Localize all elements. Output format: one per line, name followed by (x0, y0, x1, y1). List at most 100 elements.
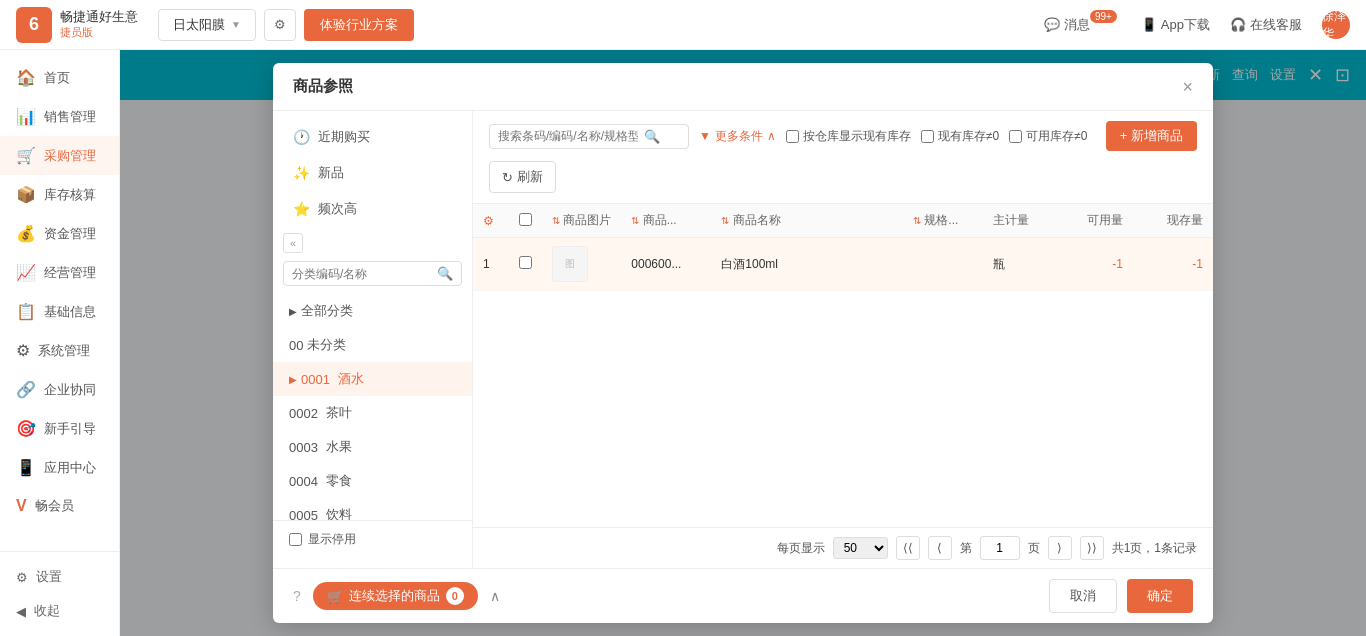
messages-nav-item[interactable]: 💬 消息 99+ (1044, 16, 1121, 34)
avail-nonzero-checkbox[interactable] (1009, 130, 1022, 143)
sidebar-bottom: ⚙ 设置 ◀ 收起 (0, 551, 119, 636)
modal-body: 🕐 近期购买 ✨ 新品 ⭐ 频次高 « (273, 111, 1213, 568)
sort-icon: ⇅ (552, 215, 560, 226)
avail-nonzero-checkbox-label[interactable]: 可用库存≠0 (1009, 128, 1087, 145)
sidebar-item-app-center[interactable]: 📱 应用中心 (0, 448, 119, 487)
avatar: 徐泽华 (1322, 11, 1350, 39)
inventory-icon: 📦 (16, 185, 36, 204)
category-item-0004[interactable]: 0004 零食 (273, 464, 472, 498)
row-checkbox[interactable] (519, 256, 532, 269)
col-spec-header[interactable]: ⇅ 规格... (903, 204, 983, 238)
warehouse-display-checkbox[interactable] (786, 130, 799, 143)
category-item-0003[interactable]: 0003 水果 (273, 430, 472, 464)
prev-page-button[interactable]: ⟨ (928, 536, 952, 560)
sidebar-item-home[interactable]: 🏠 首页 (0, 58, 119, 97)
modal-close-button[interactable]: × (1182, 78, 1193, 96)
warehouse-display-checkbox-label[interactable]: 按仓库显示现有库存 (786, 128, 911, 145)
first-page-button[interactable]: ⟨⟨ (896, 536, 920, 560)
top-nav: 6 畅捷通好生意 捷员版 日太阳膜 ▼ ⚙ 体验行业方案 💬 消息 99+ 📱 … (0, 0, 1366, 50)
settings-icon: ⚙ (16, 570, 28, 585)
tab-new-products[interactable]: ✨ 新品 (283, 157, 462, 189)
sidebar-item-sales[interactable]: 📊 销售管理 (0, 97, 119, 136)
add-product-button[interactable]: + 新增商品 (1106, 121, 1197, 151)
product-table-container: ⚙ ⇅ 商品图片 (473, 204, 1213, 527)
show-disabled-checkbox[interactable] (289, 533, 302, 546)
filter-icon: ▼ (699, 129, 711, 143)
tab-recent-purchase[interactable]: 🕐 近期购买 (283, 121, 462, 153)
nav-dropdown[interactable]: 日太阳膜 ▼ (158, 9, 256, 41)
search-icon: 🔍 (437, 266, 453, 281)
row-code-cell: 000600... (621, 238, 711, 291)
page-input[interactable] (980, 536, 1020, 560)
stock-nonzero-checkbox[interactable] (921, 130, 934, 143)
select-all-checkbox[interactable] (519, 213, 532, 226)
col-avail-header: 可用量 (1053, 204, 1133, 238)
modal-right-panel: 🔍 ▼ 更多条件 ∧ 按仓库显示现有库存 (473, 111, 1213, 568)
product-search-wrap[interactable]: 🔍 (489, 124, 689, 149)
chevron-down-icon: ▼ (231, 19, 241, 30)
trial-button[interactable]: 体验行业方案 (304, 9, 414, 41)
main-layout: 🏠 首页 📊 销售管理 🛒 采购管理 📦 库存核算 💰 资金管理 📈 经营管理 … (0, 50, 1366, 636)
logo-area: 6 畅捷通好生意 捷员版 (16, 7, 138, 43)
modal-footer: ? 🛒 连续选择的商品 0 ∧ 取消 确定 (273, 568, 1213, 623)
appcenter-icon: 📱 (16, 458, 36, 477)
col-gear-header: ⚙ (473, 204, 509, 238)
col-code-header[interactable]: ⇅ 商品... (621, 204, 711, 238)
product-search-input[interactable] (498, 129, 638, 143)
category-item-0005[interactable]: 0005 饮料 (273, 498, 472, 520)
enterprise-icon: 🔗 (16, 380, 36, 399)
page-size-select[interactable]: 50 10 20 100 (833, 537, 888, 559)
table-header-row: ⚙ ⇅ 商品图片 (473, 204, 1213, 238)
sidebar-settings[interactable]: ⚙ 设置 (0, 560, 119, 594)
basicinfo-icon: 📋 (16, 302, 36, 321)
sidebar-item-basic-info[interactable]: 📋 基础信息 (0, 292, 119, 331)
sidebar-item-inventory[interactable]: 📦 库存核算 (0, 175, 119, 214)
collapse-icon: ◀ (16, 604, 26, 619)
pagination-row: 每页显示 50 10 20 100 ⟨⟨ ⟨ 第 页 (473, 527, 1213, 568)
sidebar-item-guide[interactable]: 🎯 新手引导 (0, 409, 119, 448)
refresh-button[interactable]: ↻ 刷新 (489, 161, 556, 193)
cart-button[interactable]: 🛒 连续选择的商品 0 (313, 582, 478, 610)
app-download-nav-item[interactable]: 📱 App下载 (1141, 16, 1210, 34)
category-item-00[interactable]: 00 未分类 (273, 328, 472, 362)
more-conditions-button[interactable]: ▼ 更多条件 ∧ (699, 128, 776, 145)
page-label: 第 (960, 540, 972, 557)
chevron-up-icon: ∧ (767, 129, 776, 143)
help-icon[interactable]: ? (293, 588, 301, 604)
sidebar-item-system[interactable]: ⚙ 系统管理 (0, 331, 119, 370)
sidebar-item-enterprise[interactable]: 🔗 企业协同 (0, 370, 119, 409)
settings-icon: ⚙ (483, 214, 494, 228)
sidebar-item-membership[interactable]: V 畅会员 (0, 487, 119, 525)
category-item-all[interactable]: ▶ 全部分类 (273, 294, 472, 328)
chevron-up-icon[interactable]: ∧ (490, 588, 500, 604)
sidebar-collapse[interactable]: ◀ 收起 (0, 594, 119, 628)
nav-right: 💬 消息 99+ 📱 App下载 🎧 在线客服 徐泽华 (1044, 11, 1350, 39)
category-search-input[interactable] (292, 267, 437, 281)
row-checkbox-cell[interactable] (509, 238, 542, 291)
customer-service-nav-item[interactable]: 🎧 在线客服 (1230, 16, 1302, 34)
gear-icon[interactable]: ⚙ (264, 9, 296, 41)
col-name-header[interactable]: ⇅ 商品名称 (711, 204, 903, 238)
product-reference-modal: 商品参照 × 🕐 近期购买 ✨ 新 (273, 63, 1213, 623)
category-search-row[interactable]: 🔍 (283, 261, 462, 286)
last-page-button[interactable]: ⟩⟩ (1080, 536, 1104, 560)
cancel-button[interactable]: 取消 (1049, 579, 1117, 613)
next-page-button[interactable]: ⟩ (1048, 536, 1072, 560)
sort-icon: ⇅ (913, 215, 921, 226)
user-avatar[interactable]: 徐泽华 (1322, 11, 1350, 39)
modal-title: 商品参照 (293, 77, 353, 96)
category-item-0002[interactable]: 0002 茶叶 (273, 396, 472, 430)
stock-nonzero-checkbox-label[interactable]: 现有库存≠0 (921, 128, 999, 145)
message-icon: 💬 (1044, 17, 1060, 32)
sidebar-item-finance[interactable]: 💰 资金管理 (0, 214, 119, 253)
logo-text: 畅捷通好生意 捷员版 (60, 9, 138, 41)
cart-count-badge: 0 (446, 587, 464, 605)
sidebar-item-operations[interactable]: 📈 经营管理 (0, 253, 119, 292)
collapse-panel-button[interactable]: « (283, 233, 303, 253)
confirm-button[interactable]: 确定 (1127, 579, 1193, 613)
membership-icon: V (16, 497, 27, 515)
category-item-0001[interactable]: ▶ 0001 酒水 (273, 362, 472, 396)
sidebar-item-purchase[interactable]: 🛒 采购管理 (0, 136, 119, 175)
table-row[interactable]: 1 图 000 (473, 238, 1213, 291)
tab-frequent[interactable]: ⭐ 频次高 (283, 193, 462, 225)
